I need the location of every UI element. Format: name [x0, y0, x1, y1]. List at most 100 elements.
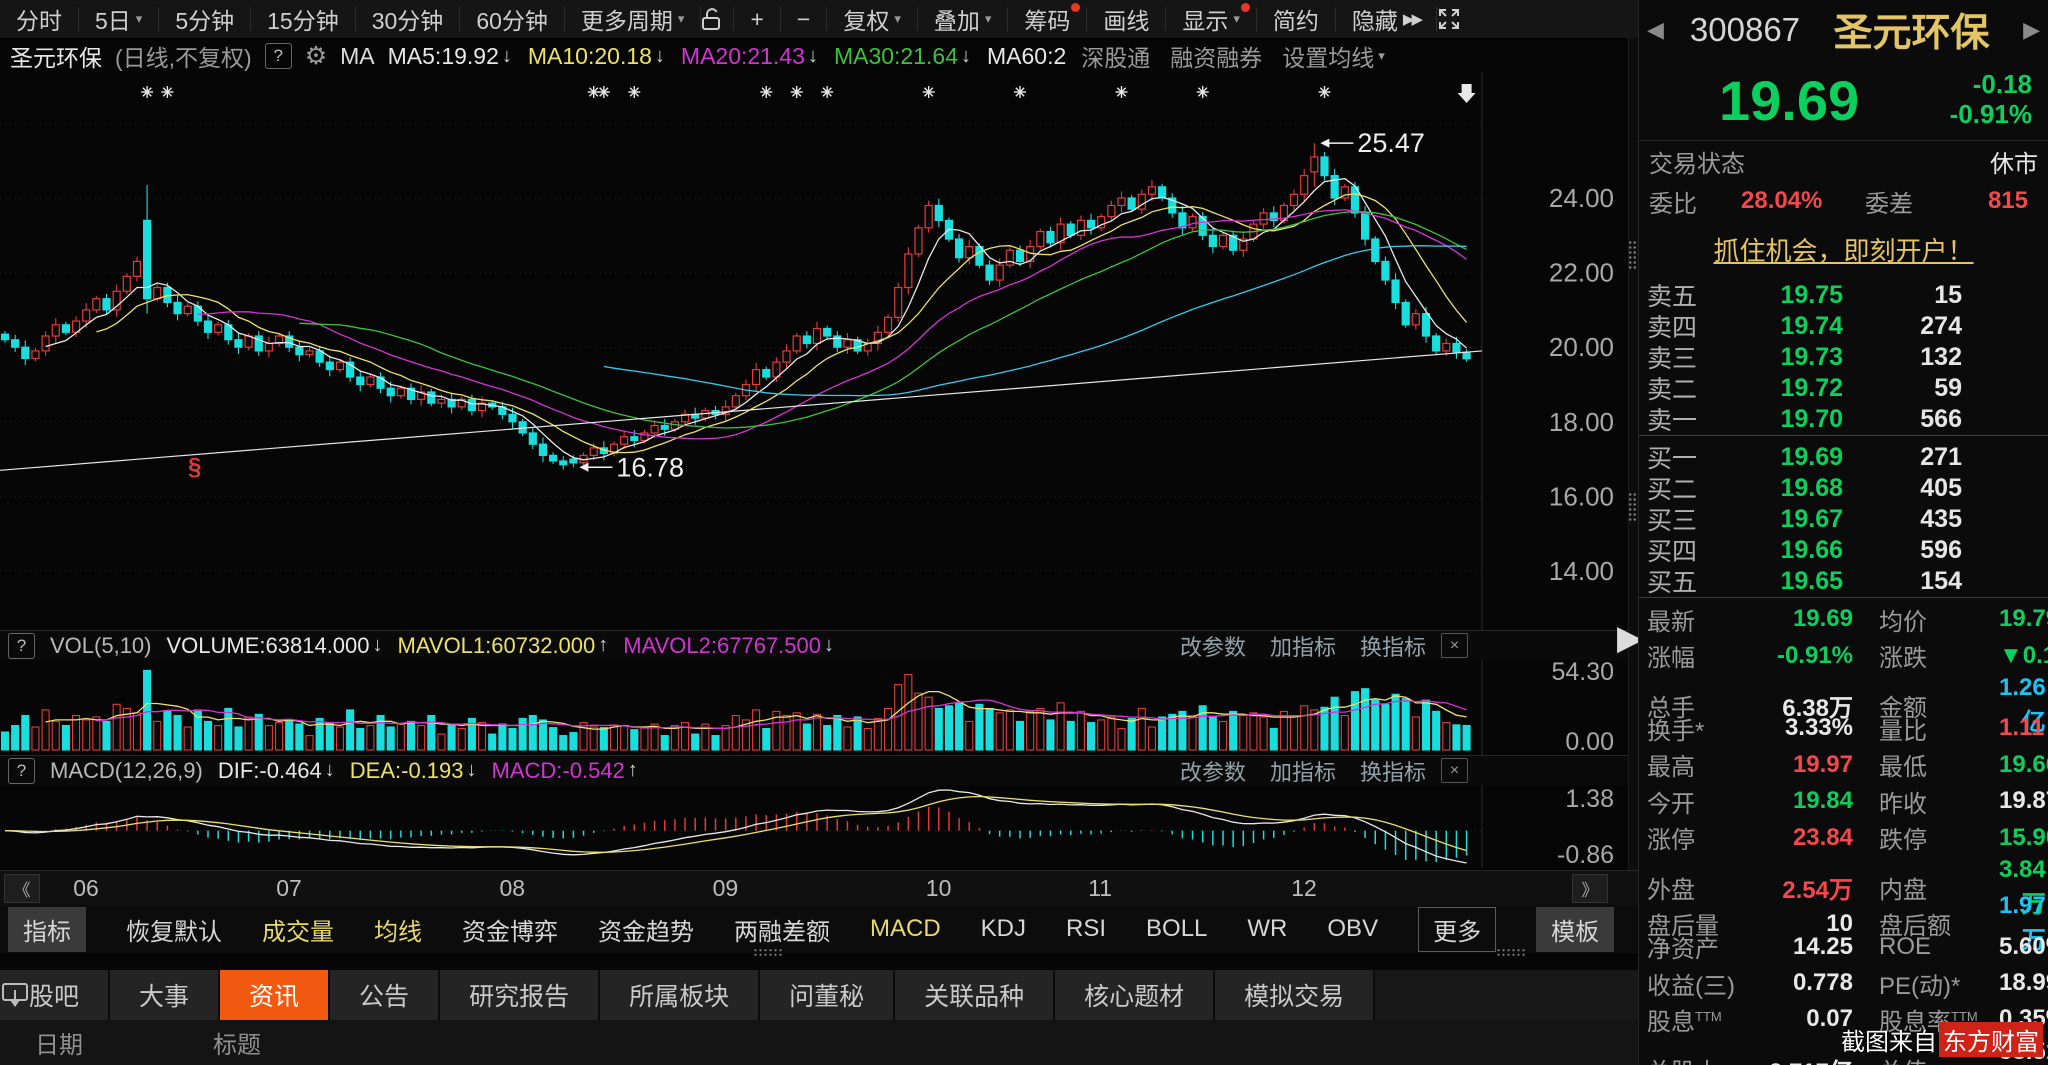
bid-row-1[interactable]: 买一19.69271: [1639, 439, 2048, 470]
indicator-tab-5[interactable]: 资金趋势: [598, 912, 694, 947]
ma-label: MA10:20.18: [528, 43, 652, 70]
bid-row-4[interactable]: 买四19.66596: [1639, 532, 2048, 563]
chevron-down-icon: ▾: [1378, 48, 1385, 64]
open-account-link[interactable]: 抓住机会，即刻开户！: [1639, 221, 2048, 277]
toolbar-unlock[interactable]: [701, 0, 733, 38]
pan-right-button[interactable]: 》: [1572, 874, 1608, 903]
macd-actions: 改参数加指标换指标: [1180, 755, 1426, 787]
ask-row-2[interactable]: 卖二19.7259: [1639, 370, 2048, 401]
stat-label: 均价: [1853, 602, 1999, 637]
ask-row-5[interactable]: 卖五19.7515: [1639, 277, 2048, 308]
indicator-tab-14[interactable]: 模板: [1536, 907, 1614, 952]
news-tab-2[interactable]: 资讯: [220, 970, 330, 1020]
indicator-tab-6[interactable]: 两融差额: [734, 912, 830, 947]
toolbar-zoom-out[interactable]: −: [781, 0, 826, 38]
vol-add-indicator[interactable]: 加指标: [1270, 630, 1336, 662]
macd-edit-params[interactable]: 改参数: [1180, 755, 1246, 787]
indicator-tab-10[interactable]: BOLL: [1146, 915, 1207, 943]
ask-qty: 15: [1843, 281, 2040, 310]
news-tab-4[interactable]: 研究报告: [440, 970, 600, 1020]
ask-row-4[interactable]: 卖四19.74274: [1639, 308, 2048, 339]
export-icon[interactable]: [1606, 970, 1638, 1020]
stat-label: PE(动)*: [1853, 966, 1999, 1001]
news-tab-5[interactable]: 所属板块: [600, 970, 760, 1020]
toolbar-zoom-in[interactable]: +: [734, 0, 779, 38]
pan-left-button[interactable]: 《: [4, 874, 40, 903]
toolbar-fullscreen[interactable]: [1437, 0, 1469, 38]
toolbar-draw-line[interactable]: 画线: [1087, 0, 1165, 38]
candlestick-chart[interactable]: 24.0022.0020.0018.0016.0014.0025.4716.78…: [0, 72, 1638, 630]
ma-settings-link[interactable]: 设置均线▾: [1282, 39, 1385, 73]
news-tab-1[interactable]: 大事: [110, 970, 220, 1020]
help-icon[interactable]: ?: [8, 758, 35, 784]
indicator-tab-3[interactable]: 均线: [374, 912, 422, 947]
next-stock-arrow[interactable]: ▶: [2023, 17, 2040, 43]
splitter-grip[interactable]: [1628, 240, 1637, 270]
ask-row-1[interactable]: 卖一19.70566: [1639, 401, 2048, 432]
stat-row-5: 今开19.84昨收19.87: [1639, 783, 2048, 819]
indicator-tab-13[interactable]: 更多: [1418, 907, 1496, 952]
stat-value: 5.60%: [1999, 933, 2048, 961]
toolbar-period-30min[interactable]: 30分钟: [356, 0, 460, 38]
bid-row-5[interactable]: 买五19.65154: [1639, 563, 2048, 594]
toolbar-period-5min[interactable]: 5分钟: [159, 0, 250, 38]
bid-qty: 435: [1843, 505, 2040, 534]
indicator-tab-7[interactable]: MACD: [870, 915, 941, 943]
ma-value-4: MA60:2: [987, 43, 1066, 70]
volume-chart[interactable]: 54.300.00: [0, 660, 1638, 755]
macd-add-indicator[interactable]: 加指标: [1270, 755, 1336, 787]
toolbar-chip-distribution[interactable]: 筹码: [1008, 0, 1086, 38]
toolbar-more-periods[interactable]: 更多周期▾: [565, 0, 701, 38]
stat-label: 跌停: [1853, 820, 1999, 855]
toolbar-period-60min[interactable]: 60分钟: [460, 0, 564, 38]
toolbar-label: 复权: [843, 2, 889, 36]
toolbar-period-15min[interactable]: 15分钟: [251, 0, 355, 38]
margin-trading-link[interactable]: 融资融券: [1170, 39, 1262, 73]
prev-stock-arrow[interactable]: ◀: [1647, 17, 1664, 43]
indicator-tab-8[interactable]: KDJ: [981, 915, 1026, 943]
toolbar-hide-panel[interactable]: 隐藏▶▶: [1336, 0, 1436, 38]
toolbar-label: +: [750, 6, 763, 33]
vol-edit-params[interactable]: 改参数: [1180, 630, 1246, 662]
splitter-grip[interactable]: [1628, 492, 1637, 522]
indicator-tab-12[interactable]: OBV: [1327, 915, 1378, 943]
stat-row-10: 收益(三)0.778PE(动)*18.99: [1639, 965, 2048, 1001]
toolbar-adjust-price[interactable]: 复权▾: [827, 0, 917, 38]
vol-switch-indicator[interactable]: 换指标: [1360, 630, 1426, 662]
news-tab-9[interactable]: 模拟交易: [1215, 970, 1375, 1020]
close-icon[interactable]: ×: [1441, 633, 1468, 658]
szse-connect-link[interactable]: 深股通: [1081, 39, 1150, 73]
indicator-tab-1[interactable]: 恢复默认: [126, 912, 222, 947]
toolbar-label: 更多周期: [581, 2, 673, 36]
news-tab-7[interactable]: 关联品种: [895, 970, 1055, 1020]
macd-chart[interactable]: 1.38-0.86: [0, 785, 1638, 868]
stat-value: 19.79: [1999, 605, 2048, 633]
indicator-tab-0[interactable]: 指标: [8, 907, 86, 952]
bid-row-2[interactable]: 买二19.68405: [1639, 470, 2048, 501]
toolbar-period-5day[interactable]: 5日▾: [79, 0, 158, 38]
news-tab-8[interactable]: 核心题材: [1055, 970, 1215, 1020]
indicator-tab-11[interactable]: WR: [1247, 915, 1287, 943]
help-icon[interactable]: ?: [265, 43, 292, 69]
splitter-grip[interactable]: [753, 948, 783, 957]
toolbar-label: 显示: [1182, 2, 1228, 36]
bid-row-3[interactable]: 买三19.67435: [1639, 501, 2048, 532]
close-icon[interactable]: ×: [1441, 758, 1468, 783]
news-tab-6[interactable]: 问董秘: [760, 970, 895, 1020]
toolbar-period-time[interactable]: 分时: [0, 0, 78, 38]
help-icon[interactable]: ?: [8, 633, 35, 659]
bid-qty: 405: [1843, 474, 2040, 503]
toolbar-display-options[interactable]: 显示▾: [1166, 0, 1256, 38]
indicator-tab-9[interactable]: RSI: [1066, 915, 1106, 943]
indicator-tab-4[interactable]: 资金博弈: [462, 912, 558, 947]
gear-icon[interactable]: ⚙: [305, 41, 327, 71]
splitter-grip[interactable]: [1496, 948, 1526, 957]
ma-indicator-label[interactable]: MA: [340, 43, 375, 70]
bid-qty: 271: [1843, 443, 2040, 472]
ask-row-3[interactable]: 卖三19.73132: [1639, 339, 2048, 370]
news-tab-3[interactable]: 公告: [330, 970, 440, 1020]
macd-switch-indicator[interactable]: 换指标: [1360, 755, 1426, 787]
indicator-tab-2[interactable]: 成交量: [262, 912, 334, 947]
toolbar-overlay[interactable]: 叠加▾: [918, 0, 1008, 38]
toolbar-simple-mode[interactable]: 简约: [1257, 0, 1335, 38]
